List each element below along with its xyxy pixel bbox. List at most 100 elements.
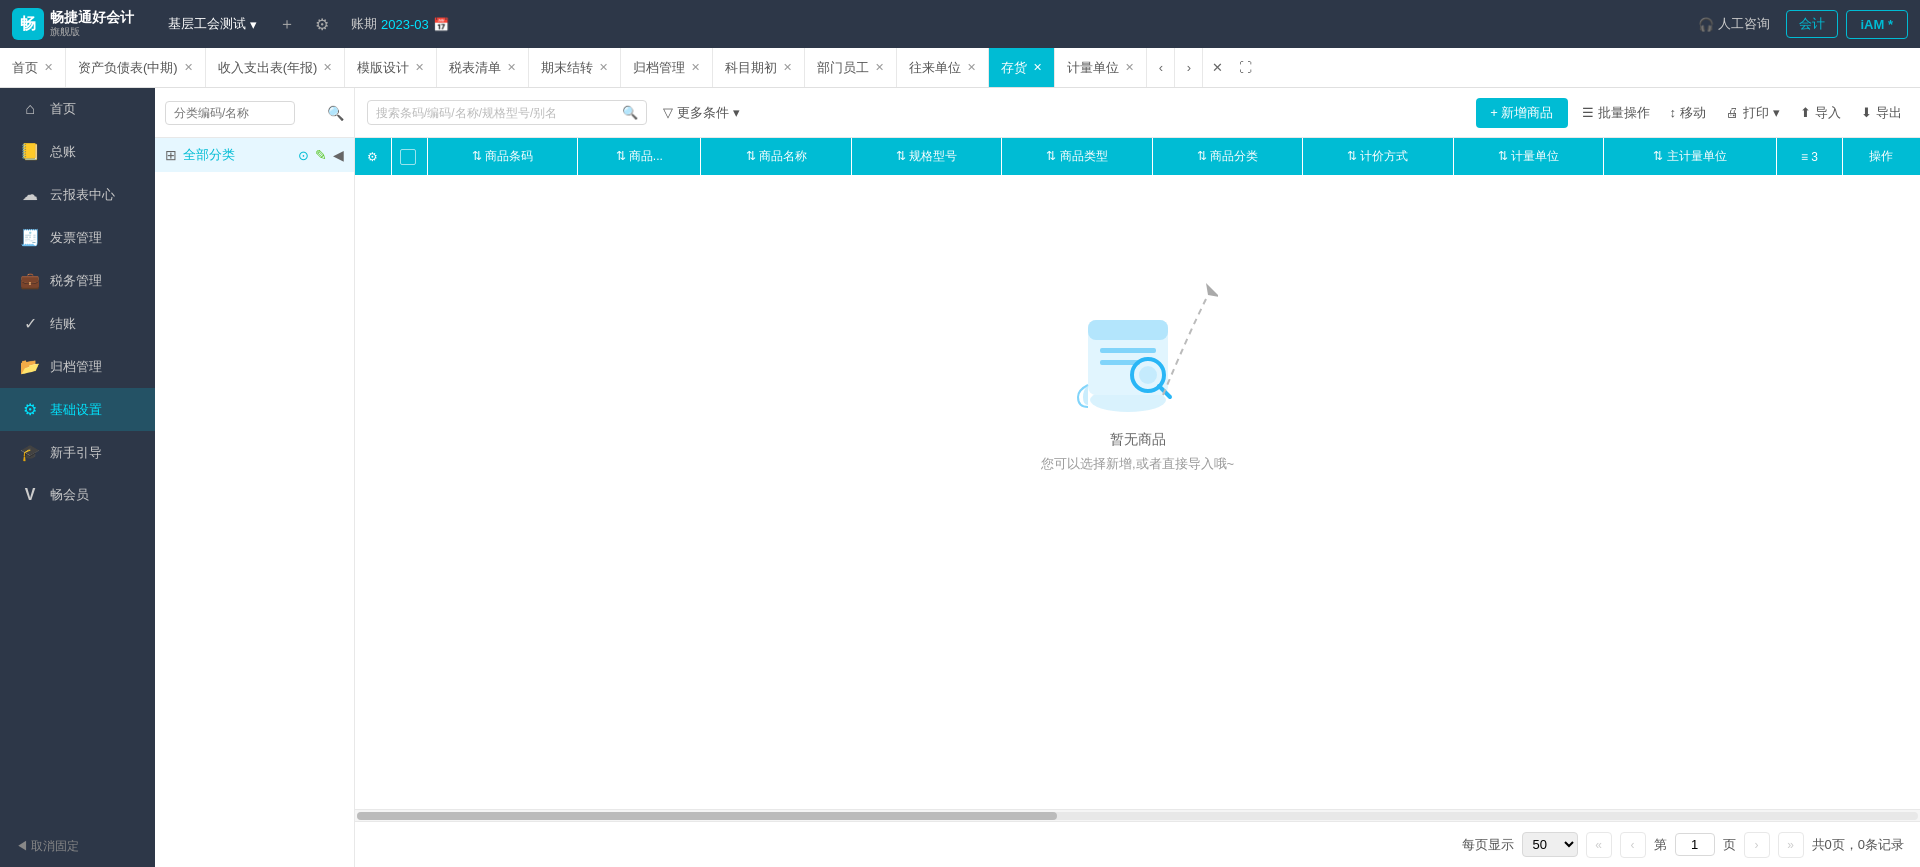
all-categories-item[interactable]: ⊞ 全部分类 ⊙ ✎ ◀ — [155, 138, 354, 172]
th-category[interactable]: ⇅ 商品分类 — [1152, 138, 1302, 175]
tab-close-inventory[interactable]: ✕ — [1033, 61, 1042, 74]
sidebar-item-settle[interactable]: ✓ 结账 — [0, 302, 155, 345]
move-icon: ↕ — [1670, 105, 1677, 120]
tab-period-end[interactable]: 期末结转 ✕ — [529, 48, 621, 88]
th-type[interactable]: ⇅ 商品类型 — [1002, 138, 1152, 175]
th-name[interactable]: ⇅ 商品名称 — [701, 138, 851, 175]
th-spec[interactable]: ⇅ 规格型号 — [851, 138, 1001, 175]
search-icon[interactable]: 🔍 — [622, 105, 638, 120]
dropdown-icon: ▾ — [250, 17, 257, 32]
tab-close-unit[interactable]: ✕ — [1125, 61, 1134, 74]
move-btn[interactable]: ↕ 移动 — [1664, 100, 1713, 126]
page-number-input[interactable] — [1675, 833, 1715, 856]
logo-icon: 畅 — [12, 8, 44, 40]
period-label: 账期 — [351, 15, 377, 33]
th-code[interactable]: ⇅ 商品... — [577, 138, 701, 175]
batch-action-btn[interactable]: ☰ 批量操作 — [1576, 100, 1656, 126]
home-icon: ⌂ — [20, 100, 40, 118]
filter-btn[interactable]: ▽ 更多条件 ▾ — [655, 100, 748, 126]
tab-close-income[interactable]: ✕ — [323, 61, 332, 74]
tab-prev-btn[interactable]: ‹ — [1147, 48, 1175, 88]
products-table: ⚙ ⇅ 商品条码 ⇅ — [355, 138, 1920, 553]
tab-home[interactable]: 首页 ✕ — [0, 48, 66, 88]
tab-close-all-btn[interactable]: ✕ — [1203, 48, 1231, 88]
edit-category-btn[interactable]: ✎ — [315, 147, 327, 163]
headset-icon: 🎧 — [1698, 17, 1714, 32]
print-btn[interactable]: 🖨 打印 ▾ — [1720, 100, 1786, 126]
sidebar-label-home: 首页 — [50, 100, 76, 118]
last-page-btn[interactable]: » — [1778, 832, 1804, 858]
tab-maximize-btn[interactable]: ⛶ — [1231, 48, 1259, 88]
scroll-thumb[interactable] — [357, 812, 1057, 820]
tab-close-balance[interactable]: ✕ — [184, 61, 193, 74]
per-page-select[interactable]: 50 10 20 100 — [1522, 832, 1578, 857]
export-btn[interactable]: ⬇ 导出 — [1855, 100, 1908, 126]
filter-icon: ▽ — [663, 105, 673, 120]
left-panel: 🔍 ⊞ 全部分类 ⊙ ✎ ◀ — [155, 88, 355, 867]
tab-close-subject[interactable]: ✕ — [783, 61, 792, 74]
first-page-btn[interactable]: « — [1586, 832, 1612, 858]
horizontal-scrollbar[interactable] — [355, 809, 1920, 821]
tab-close-template[interactable]: ✕ — [415, 61, 424, 74]
th-settings[interactable]: ⚙ — [355, 138, 391, 175]
tab-contacts[interactable]: 往来单位 ✕ — [897, 48, 989, 88]
tab-balance[interactable]: 资产负债表(中期) ✕ — [66, 48, 206, 88]
sidebar-item-member[interactable]: V 畅会员 — [0, 474, 155, 516]
th-price-method[interactable]: ⇅ 计价方式 — [1303, 138, 1453, 175]
main-layout: ⌂ 首页 📒 总账 ☁ 云报表中心 🧾 发票管理 💼 税务管理 ✓ 结账 📂 归… — [0, 88, 1920, 867]
th-barcode[interactable]: ⇅ 商品条码 — [427, 138, 577, 175]
tab-archive[interactable]: 归档管理 ✕ — [621, 48, 713, 88]
invoice-icon: 🧾 — [20, 228, 40, 247]
company-selector[interactable]: 基层工会测试 ▾ — [160, 11, 265, 37]
tab-close-tax[interactable]: ✕ — [507, 61, 516, 74]
calendar-icon[interactable]: 📅 — [433, 17, 449, 32]
th-main-unit[interactable]: ⇅ 主计量单位 — [1603, 138, 1776, 175]
select-all-checkbox[interactable] — [400, 149, 416, 165]
tab-close-dept[interactable]: ✕ — [875, 61, 884, 74]
tab-close-contacts[interactable]: ✕ — [967, 61, 976, 74]
svg-marker-8 — [1206, 283, 1218, 297]
sidebar-item-invoice[interactable]: 🧾 发票管理 — [0, 216, 155, 259]
sidebar-item-newbie[interactable]: 🎓 新手引导 — [0, 431, 155, 474]
th-col3[interactable]: ≡ 3 — [1777, 138, 1842, 175]
prev-page-btn[interactable]: ‹ — [1620, 832, 1646, 858]
chevron-down-icon: ▾ — [733, 105, 740, 120]
collapse-panel-btn[interactable]: ◀ — [333, 147, 344, 163]
tab-dept[interactable]: 部门员工 ✕ — [805, 48, 897, 88]
page-total: 共0页，0条记录 — [1812, 836, 1904, 854]
empty-desc: 您可以选择新增,或者直接导入哦~ — [1041, 455, 1234, 473]
tab-close-home[interactable]: ✕ — [44, 61, 53, 74]
next-page-btn[interactable]: › — [1744, 832, 1770, 858]
sidebar-item-report[interactable]: ☁ 云报表中心 — [0, 173, 155, 216]
logo-text: 畅捷通好会计 — [50, 9, 134, 26]
category-search-icon[interactable]: 🔍 — [327, 105, 344, 121]
sidebar-item-basic[interactable]: ⚙ 基础设置 — [0, 388, 155, 431]
tab-next-btn[interactable]: › — [1175, 48, 1203, 88]
account-btn[interactable]: 会计 — [1786, 10, 1838, 38]
tab-inventory[interactable]: 存货 ✕ — [989, 48, 1055, 88]
add-product-btn[interactable]: + 新增商品 — [1476, 98, 1567, 128]
sidebar-label-newbie: 新手引导 — [50, 444, 102, 462]
sidebar: ⌂ 首页 📒 总账 ☁ 云报表中心 🧾 发票管理 💼 税务管理 ✓ 结账 📂 归… — [0, 88, 155, 867]
sidebar-item-ledger[interactable]: 📒 总账 — [0, 130, 155, 173]
per-page-label: 每页显示 — [1462, 836, 1514, 854]
th-unit[interactable]: ⇅ 计量单位 — [1453, 138, 1603, 175]
iam-btn[interactable]: iAM * — [1846, 10, 1909, 39]
sidebar-item-tax[interactable]: 💼 税务管理 — [0, 259, 155, 302]
tab-close-archive[interactable]: ✕ — [691, 61, 700, 74]
tab-tax[interactable]: 税表清单 ✕ — [437, 48, 529, 88]
tab-close-period-end[interactable]: ✕ — [599, 61, 608, 74]
product-search-input[interactable] — [376, 106, 616, 120]
cancel-fixed-btn[interactable]: ◀ 取消固定 — [0, 826, 155, 867]
tab-unit[interactable]: 计量单位 ✕ — [1055, 48, 1147, 88]
category-search-input[interactable] — [165, 101, 295, 125]
tab-template[interactable]: 模版设计 ✕ — [345, 48, 437, 88]
import-btn[interactable]: ⬆ 导入 — [1794, 100, 1847, 126]
sidebar-item-archive[interactable]: 📂 归档管理 — [0, 345, 155, 388]
add-tab-btn[interactable]: ＋ — [273, 10, 301, 39]
sidebar-item-home[interactable]: ⌂ 首页 — [0, 88, 155, 130]
tab-income[interactable]: 收入支出表(年报) ✕ — [206, 48, 346, 88]
service-btn[interactable]: 🎧 人工咨询 — [1690, 11, 1778, 37]
tab-subject[interactable]: 科目期初 ✕ — [713, 48, 805, 88]
settings-icon[interactable]: ⚙ — [309, 11, 335, 38]
